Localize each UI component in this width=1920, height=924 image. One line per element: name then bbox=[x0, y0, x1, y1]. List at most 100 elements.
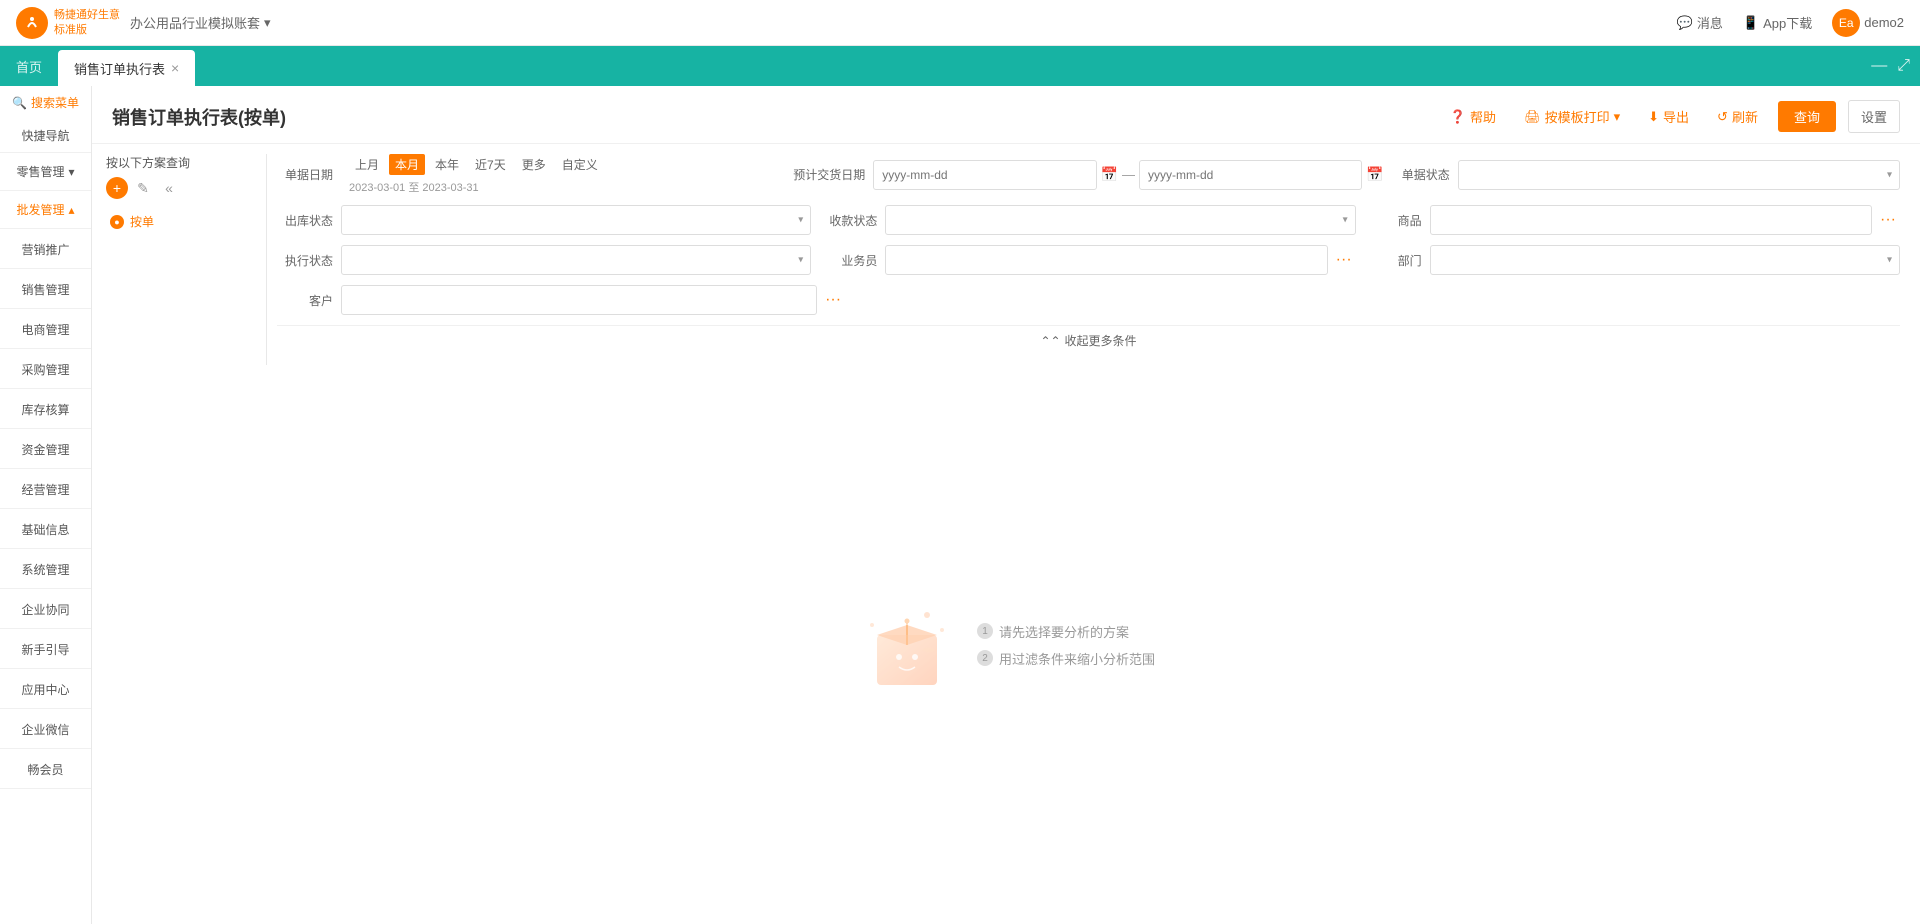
date-tab-7days[interactable]: 近7天 bbox=[469, 154, 512, 175]
sidebar-item-inventory[interactable]: 库存核算 bbox=[0, 389, 91, 429]
payment-status-control: ▾ bbox=[885, 205, 1355, 235]
sidebar-item-operations[interactable]: 经营管理 bbox=[0, 469, 91, 509]
sidebar-item-system[interactable]: 系统管理 bbox=[0, 549, 91, 589]
top-header: 畅捷通好生意 标准版 办公用品行业模拟账套 ▾ 💬 消息 📱 App下载 Ea … bbox=[0, 0, 1920, 46]
sidebar-item-marketing[interactable]: 营销推广 bbox=[0, 229, 91, 269]
sidebar-item-finance[interactable]: 资金管理 bbox=[0, 429, 91, 469]
sidebar-item-newbie[interactable]: 新手引导 bbox=[0, 629, 91, 669]
search-button[interactable]: 查询 bbox=[1778, 101, 1836, 132]
sidebar-item-quick-nav[interactable]: 快捷导航 bbox=[0, 119, 91, 153]
maximize-icon[interactable]: ⤢ bbox=[1897, 57, 1910, 75]
sidebar-item-appstore[interactable]: 应用中心 bbox=[0, 669, 91, 709]
help-icon: ❓ bbox=[1450, 109, 1466, 125]
tab-close-icon[interactable]: × bbox=[171, 60, 179, 76]
start-date-input[interactable] bbox=[873, 160, 1096, 190]
page-header: 销售订单执行表(按单) ❓ 帮助 🖨 按模板打印 ▾ ⬇ 导出 ↺ 刷新 bbox=[92, 86, 1920, 144]
edit-scheme-button[interactable]: ✎ bbox=[132, 177, 154, 199]
empty-hint-2: 2 用过滤条件来缩小分析范围 bbox=[977, 649, 1155, 668]
tab-sales-order[interactable]: 销售订单执行表 × bbox=[58, 50, 195, 86]
message-button[interactable]: 💬 消息 bbox=[1677, 13, 1723, 32]
sidebar-search[interactable]: 🔍 搜索菜单 bbox=[0, 86, 91, 119]
phone-icon: 📱 bbox=[1743, 15, 1759, 31]
main-layout: 🔍 搜索菜单 快捷导航 零售管理 ▾ 批发管理 ▴ 营销推广 销售管理 电商管理… bbox=[0, 86, 1920, 924]
exec-status-select[interactable] bbox=[341, 245, 811, 275]
dept-control: ▾ bbox=[1430, 245, 1900, 275]
export-icon: ⬇ bbox=[1648, 109, 1659, 125]
content-area: 销售订单执行表(按单) ❓ 帮助 🖨 按模板打印 ▾ ⬇ 导出 ↺ 刷新 bbox=[92, 86, 1920, 924]
sidebar-item-weixin[interactable]: 企业微信 bbox=[0, 709, 91, 749]
sidebar-item-sales[interactable]: 销售管理 bbox=[0, 269, 91, 309]
filter-row-3: 执行状态 ▾ 业务员 ··· bbox=[277, 245, 1900, 275]
exec-status-control: ▾ bbox=[341, 245, 811, 275]
customer-control: ··· bbox=[341, 285, 845, 315]
goods-control: ··· bbox=[1430, 205, 1900, 235]
filter-panel: 单据日期 上月 本月 本年 近7天 更多 自定义 20 bbox=[267, 154, 1910, 365]
customer-label: 客户 bbox=[277, 292, 333, 309]
delivery-status-select[interactable] bbox=[341, 205, 811, 235]
filter-item-bill-status: 单据状态 ▾ bbox=[1394, 160, 1900, 190]
app-download-button[interactable]: 📱 App下载 bbox=[1743, 13, 1812, 32]
payment-status-label: 收款状态 bbox=[821, 212, 877, 229]
minimize-icon[interactable]: — bbox=[1871, 57, 1887, 75]
add-scheme-button[interactable]: + bbox=[106, 177, 128, 199]
goods-more-icon[interactable]: ··· bbox=[1876, 211, 1900, 229]
filter-item-dept: 部门 ▾ bbox=[1366, 245, 1900, 275]
filter-area: 按以下方案查询 + ✎ « ● 按单 bbox=[92, 144, 1920, 365]
bill-status-control: ▾ bbox=[1458, 160, 1900, 190]
tab-home[interactable]: 首页 bbox=[0, 46, 58, 86]
date-tab-this-month[interactable]: 本月 bbox=[389, 154, 425, 175]
date-tab-custom[interactable]: 自定义 bbox=[556, 154, 604, 175]
customer-input[interactable] bbox=[341, 285, 817, 315]
collapse-scheme-button[interactable]: « bbox=[158, 177, 180, 199]
date-separator: — bbox=[1122, 167, 1135, 182]
company-selector[interactable]: 办公用品行业模拟账套 ▾ bbox=[130, 13, 271, 32]
salesperson-more-icon[interactable]: ··· bbox=[1332, 251, 1356, 269]
date-tab-this-year[interactable]: 本年 bbox=[429, 154, 465, 175]
header-left: 畅捷通好生意 标准版 办公用品行业模拟账套 ▾ bbox=[16, 7, 271, 39]
exec-status-label: 执行状态 bbox=[277, 252, 333, 269]
salesperson-control: ··· bbox=[885, 245, 1355, 275]
export-button[interactable]: ⬇ 导出 bbox=[1640, 103, 1697, 130]
bill-status-select[interactable] bbox=[1458, 160, 1900, 190]
salesperson-input[interactable] bbox=[885, 245, 1327, 275]
end-date-input[interactable] bbox=[1139, 160, 1362, 190]
goods-label: 商品 bbox=[1366, 212, 1422, 229]
sidebar-item-member[interactable]: 畅会员 bbox=[0, 749, 91, 789]
sidebar-item-purchase[interactable]: 采购管理 bbox=[0, 349, 91, 389]
avatar: Ea bbox=[1832, 9, 1860, 37]
empty-text: 1 请先选择要分析的方案 2 用过滤条件来缩小分析范围 bbox=[977, 622, 1155, 668]
sidebar-item-wholesale[interactable]: 批发管理 ▴ bbox=[0, 191, 91, 229]
payment-status-select[interactable] bbox=[885, 205, 1355, 235]
scheme-item-default[interactable]: ● 按单 bbox=[106, 207, 258, 236]
filter-item-payment-status: 收款状态 ▾ bbox=[821, 205, 1355, 235]
dept-select[interactable] bbox=[1430, 245, 1900, 275]
sidebar-item-basic[interactable]: 基础信息 bbox=[0, 509, 91, 549]
settings-button[interactable]: 设置 bbox=[1848, 100, 1900, 133]
sidebar-item-retail[interactable]: 零售管理 ▾ bbox=[0, 153, 91, 191]
filter-item-expected-delivery: 预计交货日期 📅 — 📅 bbox=[793, 160, 1384, 190]
user-menu[interactable]: Ea demo2 bbox=[1832, 9, 1904, 37]
filter-scheme-header: 按以下方案查询 bbox=[106, 154, 258, 171]
end-date-icon[interactable]: 📅 bbox=[1366, 166, 1383, 183]
expected-delivery-control: 📅 — 📅 bbox=[873, 160, 1384, 190]
logo-area: 畅捷通好生意 标准版 bbox=[16, 7, 120, 39]
sidebar-item-ecommerce[interactable]: 电商管理 bbox=[0, 309, 91, 349]
print-button[interactable]: 🖨 按模板打印 ▾ bbox=[1516, 103, 1628, 130]
logo-icon bbox=[16, 7, 48, 39]
empty-state: 1 请先选择要分析的方案 2 用过滤条件来缩小分析范围 bbox=[92, 365, 1920, 924]
date-tab-more[interactable]: 更多 bbox=[516, 154, 552, 175]
goods-input[interactable] bbox=[1430, 205, 1872, 235]
refresh-button[interactable]: ↺ 刷新 bbox=[1709, 103, 1766, 130]
filter-item-customer: 客户 ··· bbox=[277, 285, 845, 315]
help-button[interactable]: ❓ 帮助 bbox=[1442, 103, 1504, 130]
salesperson-label: 业务员 bbox=[821, 252, 877, 269]
collapse-more-button[interactable]: ⌃⌃ 收起更多条件 bbox=[277, 325, 1900, 355]
filter-item-bill-date: 单据日期 上月 本月 本年 近7天 更多 自定义 20 bbox=[277, 154, 783, 195]
sidebar-item-enterprise[interactable]: 企业协同 bbox=[0, 589, 91, 629]
date-tab-last-month[interactable]: 上月 bbox=[349, 154, 385, 175]
start-date-icon[interactable]: 📅 bbox=[1101, 166, 1118, 183]
customer-more-icon[interactable]: ··· bbox=[821, 291, 845, 309]
nav-tabs: 首页 销售订单执行表 × — ⤢ bbox=[0, 46, 1920, 86]
print-chevron-icon: ▾ bbox=[1614, 109, 1621, 125]
empty-hint-1: 1 请先选择要分析的方案 bbox=[977, 622, 1155, 641]
